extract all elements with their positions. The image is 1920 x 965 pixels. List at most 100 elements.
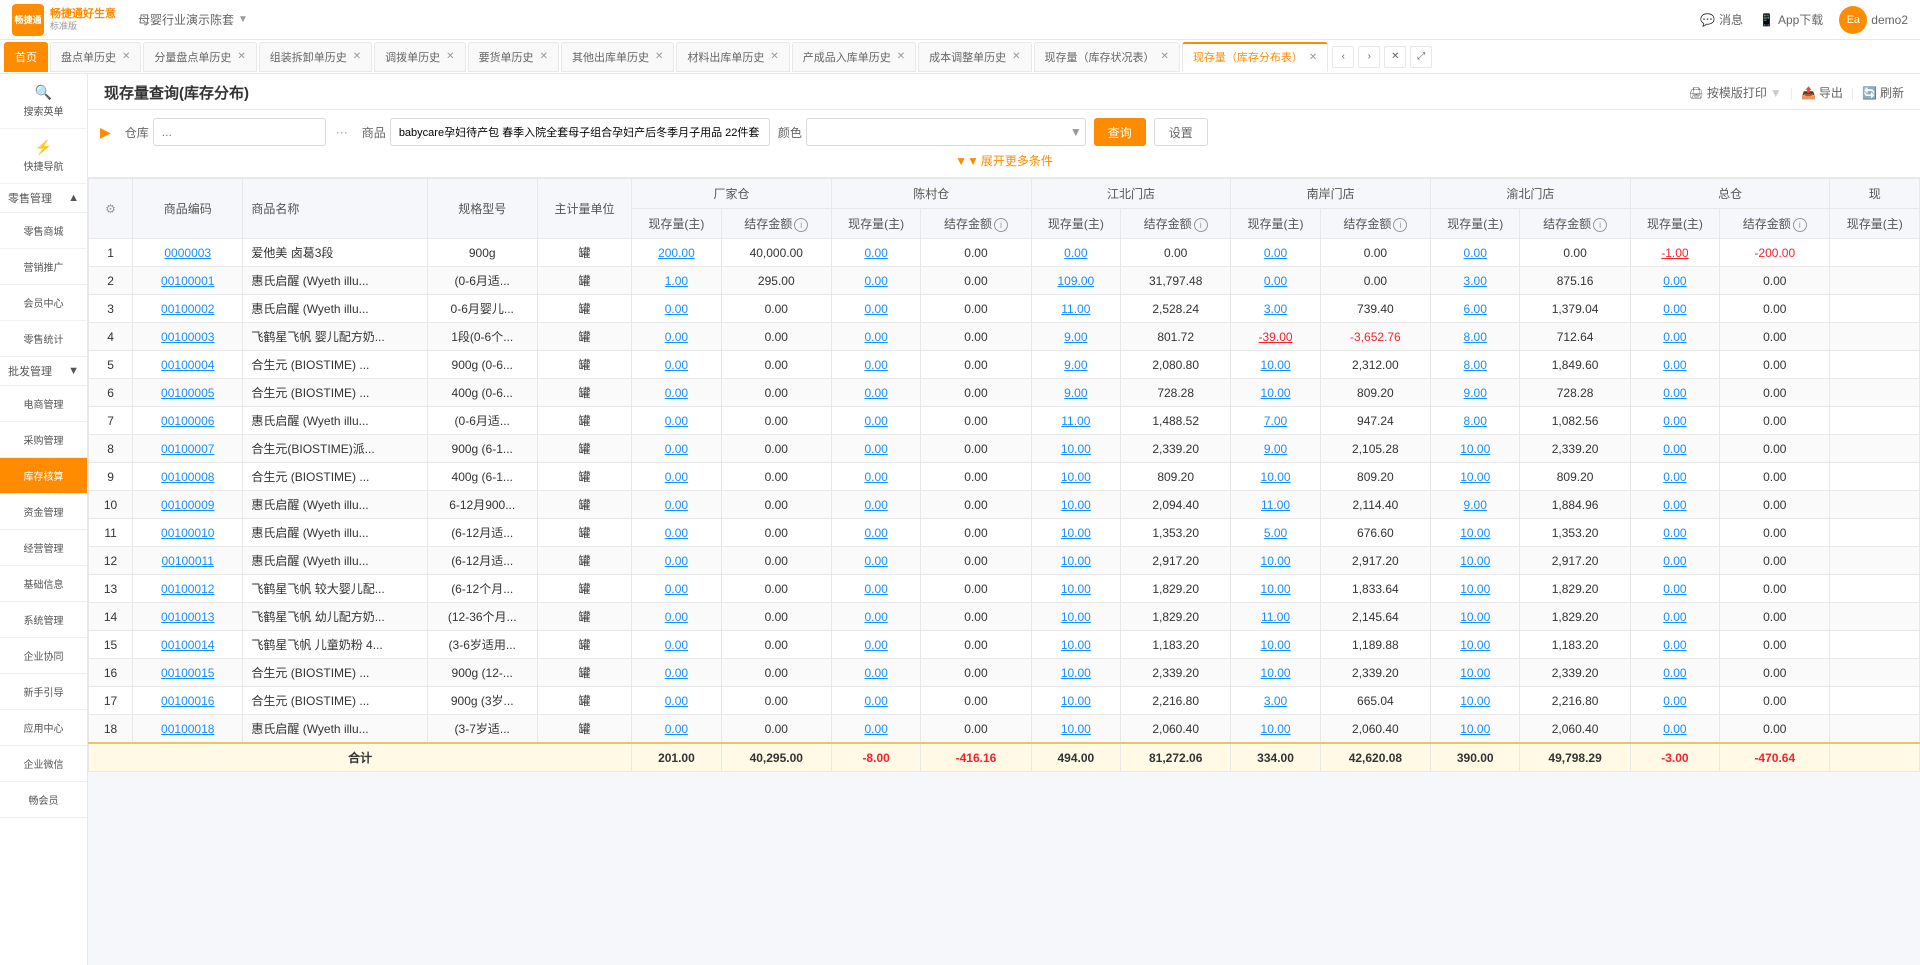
sidebar-item-enterprise[interactable]: 企业协同 xyxy=(0,638,87,674)
print-btn[interactable]: 🖨 按模版打印 ▼ xyxy=(1689,84,1782,101)
sidebar-item-ecommerce[interactable]: 电商管理 xyxy=(0,386,87,422)
tab-close-icon[interactable]: ✕ xyxy=(237,51,245,62)
messages-btn[interactable]: 💬 消息 xyxy=(1700,11,1743,28)
chenjian-qty-link[interactable]: 0.00 xyxy=(864,722,887,736)
chenjian-qty-link[interactable]: 0.00 xyxy=(864,414,887,428)
factory-qty-link[interactable]: 0.00 xyxy=(665,610,688,624)
jiangbei-qty-link[interactable]: 0.00 xyxy=(1064,246,1087,260)
tab-close-icon[interactable]: ✕ xyxy=(540,51,548,62)
collapse-arrow[interactable]: ▶ xyxy=(100,124,111,141)
code-link[interactable]: 00100014 xyxy=(161,638,214,652)
tab-stock-status[interactable]: 现存量（库存状况表） ✕ xyxy=(1034,42,1180,72)
factory-qty-link[interactable]: 0.00 xyxy=(665,414,688,428)
tab-other-out[interactable]: 其他出库单历史 ✕ xyxy=(561,42,674,72)
factory-qty-link[interactable]: 0.00 xyxy=(665,526,688,540)
nananc-qty-link[interactable]: 0.00 xyxy=(1264,246,1287,260)
info-icon-chenjian[interactable]: i xyxy=(994,218,1008,232)
tab-finished-in[interactable]: 产成品入库单历史 ✕ xyxy=(792,42,916,72)
jiangbei-qty-link[interactable]: 10.00 xyxy=(1061,470,1091,484)
tab-close-icon[interactable]: ✕ xyxy=(1012,51,1020,62)
code-link[interactable]: 00100015 xyxy=(161,666,214,680)
nananc-qty-link[interactable]: 10.00 xyxy=(1261,554,1291,568)
zong-qty-link[interactable]: 0.00 xyxy=(1663,442,1686,456)
chenjian-qty-link[interactable]: 0.00 xyxy=(864,442,887,456)
tab-close-icon[interactable]: ✕ xyxy=(122,51,130,62)
yubei-qty-link[interactable]: 8.00 xyxy=(1464,358,1487,372)
factory-qty-link[interactable]: 0.00 xyxy=(665,666,688,680)
yubei-qty-link[interactable]: 10.00 xyxy=(1460,666,1490,680)
tab-expand-btn[interactable]: ⤢ xyxy=(1410,46,1432,68)
expand-btn[interactable]: ▼▼ 展开更多条件 xyxy=(955,152,1053,169)
tab-inventory-count[interactable]: 盘点单历史 ✕ xyxy=(50,42,141,72)
tab-close-icon[interactable]: ✕ xyxy=(446,51,454,62)
yubei-qty-link[interactable]: 6.00 xyxy=(1464,302,1487,316)
tab-material-out[interactable]: 材料出库单历史 ✕ xyxy=(676,42,789,72)
chenjian-qty-link[interactable]: 0.00 xyxy=(864,470,887,484)
jiangbei-qty-link[interactable]: 10.00 xyxy=(1061,694,1091,708)
sidebar-item-system[interactable]: 系统管理 xyxy=(0,602,87,638)
nananc-qty-link[interactable]: 5.00 xyxy=(1264,526,1287,540)
code-link[interactable]: 00100006 xyxy=(161,414,214,428)
jiangbei-qty-link[interactable]: 9.00 xyxy=(1064,386,1087,400)
zong-qty-link[interactable]: 0.00 xyxy=(1663,470,1686,484)
yubei-qty-link[interactable]: 10.00 xyxy=(1460,526,1490,540)
zong-qty-link[interactable]: 0.00 xyxy=(1663,358,1686,372)
zong-qty-link[interactable]: 0.00 xyxy=(1663,414,1686,428)
zong-qty-link[interactable]: 0.00 xyxy=(1663,526,1686,540)
nananc-qty-link[interactable]: 10.00 xyxy=(1261,582,1291,596)
export-btn[interactable]: 📤 导出 xyxy=(1801,84,1843,101)
yubei-qty-link[interactable]: 8.00 xyxy=(1464,414,1487,428)
info-icon-yubei[interactable]: i xyxy=(1593,218,1607,232)
sidebar-item-business[interactable]: 经营管理 xyxy=(0,530,87,566)
jiangbei-qty-link[interactable]: 10.00 xyxy=(1061,722,1091,736)
tab-transfer[interactable]: 调拨单历史 ✕ xyxy=(374,42,465,72)
zong-qty-link[interactable]: 0.00 xyxy=(1663,274,1686,288)
code-link[interactable]: 00100002 xyxy=(161,302,214,316)
color-dropdown-icon[interactable]: ▼ xyxy=(1070,125,1082,139)
yubei-qty-link[interactable]: 10.00 xyxy=(1460,638,1490,652)
user-menu[interactable]: Ea demo2 xyxy=(1839,6,1908,34)
yubei-qty-link[interactable]: 10.00 xyxy=(1460,582,1490,596)
refresh-btn[interactable]: 🔄 刷新 xyxy=(1862,84,1904,101)
chenjian-qty-link[interactable]: 0.00 xyxy=(864,246,887,260)
nananc-qty-link[interactable]: 10.00 xyxy=(1261,386,1291,400)
jiangbei-qty-link[interactable]: 10.00 xyxy=(1061,498,1091,512)
factory-qty-link[interactable]: 0.00 xyxy=(665,638,688,652)
zong-qty-link[interactable]: 0.00 xyxy=(1663,722,1686,736)
zong-qty-link[interactable]: 0.00 xyxy=(1663,498,1686,512)
code-link[interactable]: 00100008 xyxy=(161,470,214,484)
zong-qty-link[interactable]: 0.00 xyxy=(1663,302,1686,316)
gear-icon[interactable]: ⚙ xyxy=(102,200,120,218)
warehouse-ellipsis[interactable]: ··· xyxy=(330,125,354,139)
yubei-qty-link[interactable]: 9.00 xyxy=(1464,498,1487,512)
jiangbei-qty-link[interactable]: 10.00 xyxy=(1061,610,1091,624)
yubei-qty-link[interactable]: 8.00 xyxy=(1464,330,1487,344)
chenjian-qty-link[interactable]: 0.00 xyxy=(864,526,887,540)
code-link[interactable]: 00100001 xyxy=(161,274,214,288)
goods-input[interactable] xyxy=(390,118,770,146)
jiangbei-qty-link[interactable]: 10.00 xyxy=(1061,582,1091,596)
nananc-qty-link[interactable]: 10.00 xyxy=(1261,358,1291,372)
zong-qty-link[interactable]: 0.00 xyxy=(1663,694,1686,708)
query-button[interactable]: 查询 xyxy=(1094,118,1146,146)
factory-qty-link[interactable]: 0.00 xyxy=(665,442,688,456)
sidebar-item-search[interactable]: 🔍 搜索英单 xyxy=(0,74,87,129)
sidebar-item-enterprise-wechat[interactable]: 企业微信 xyxy=(0,746,87,782)
factory-qty-link[interactable]: 0.00 xyxy=(665,358,688,372)
nananc-qty-link[interactable]: 3.00 xyxy=(1264,694,1287,708)
nananc-qty-link[interactable]: 7.00 xyxy=(1264,414,1287,428)
tab-prev-btn[interactable]: ‹ xyxy=(1332,46,1354,68)
jiangbei-qty-link[interactable]: 11.00 xyxy=(1061,302,1090,316)
app-download-btn[interactable]: 📱 App下载 xyxy=(1759,11,1823,28)
nananc-qty-link[interactable]: 9.00 xyxy=(1264,442,1287,456)
sidebar-item-new-guide[interactable]: 新手引导 xyxy=(0,674,87,710)
code-link[interactable]: 00100007 xyxy=(161,442,214,456)
tab-requisition[interactable]: 要货单历史 ✕ xyxy=(468,42,559,72)
tab-home[interactable]: 首页 xyxy=(4,42,48,72)
code-link[interactable]: 00100013 xyxy=(161,610,214,624)
factory-qty-link[interactable]: 0.00 xyxy=(665,694,688,708)
chenjian-qty-link[interactable]: 0.00 xyxy=(864,638,887,652)
tab-close-all-btn[interactable]: ✕ xyxy=(1384,46,1406,68)
factory-qty-link[interactable]: 0.00 xyxy=(665,582,688,596)
print-dropdown[interactable]: ▼ xyxy=(1770,86,1782,100)
